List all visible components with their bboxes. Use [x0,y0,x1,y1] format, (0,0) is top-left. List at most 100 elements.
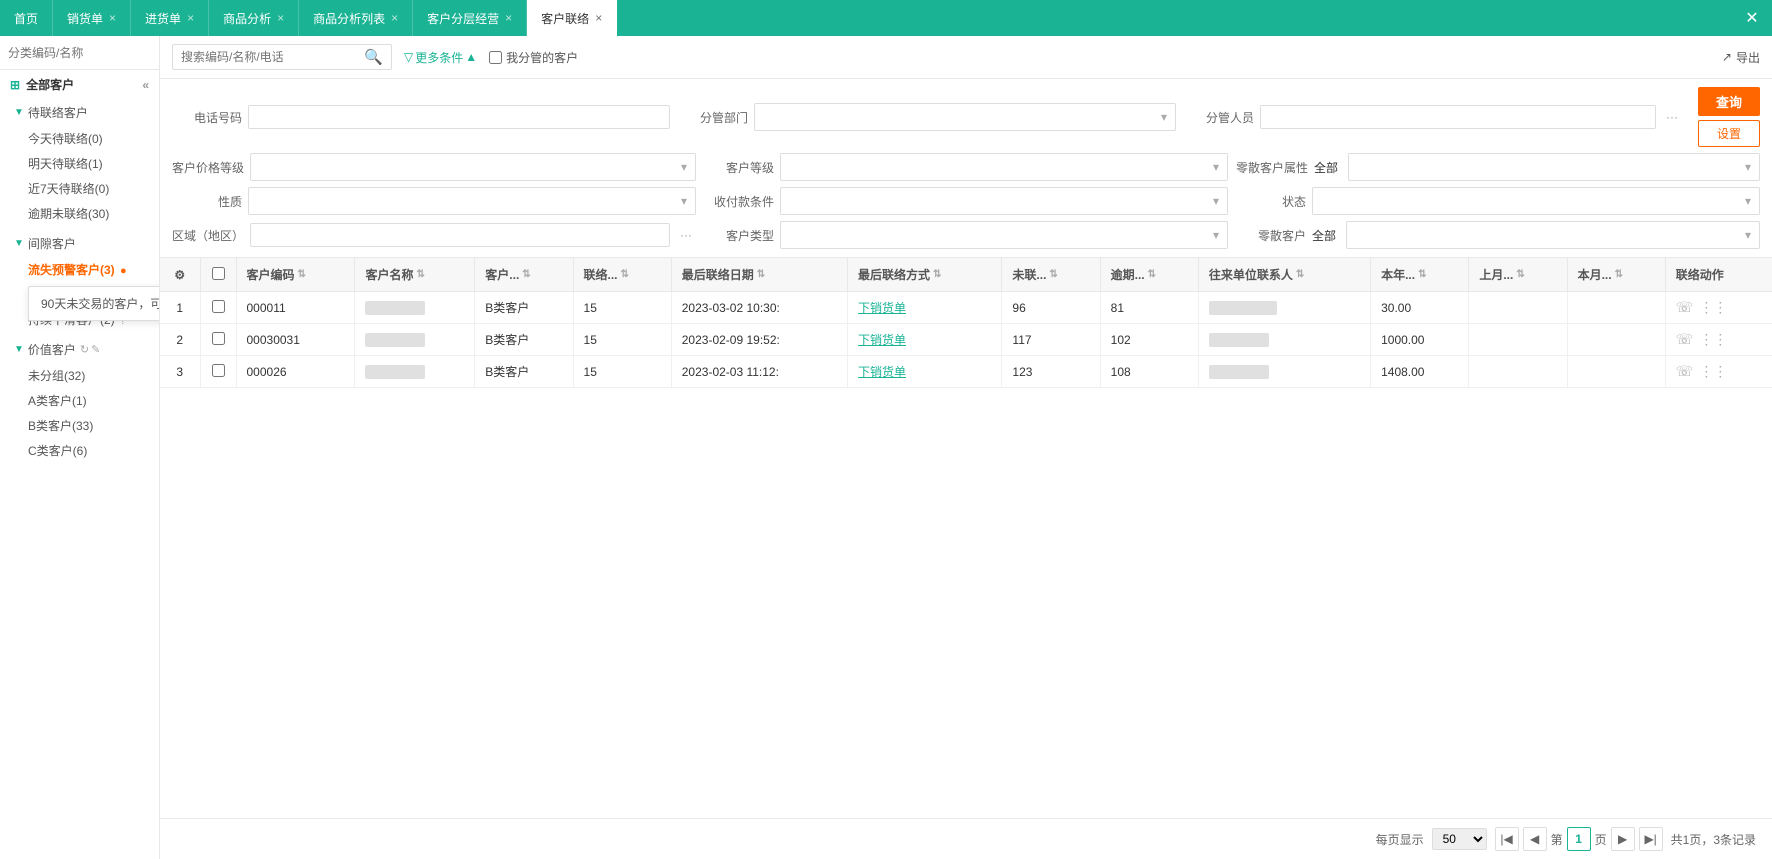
tab-analysis-close[interactable]: × [277,11,284,25]
my-customers-check[interactable] [489,51,502,64]
current-page-display: 1 [1567,827,1591,851]
refresh-icon[interactable]: ↻ [80,343,89,356]
sidebar-all-customers[interactable]: ⊞ 全部客户 « [0,70,159,99]
row-this-year-0: 30.00 [1371,292,1469,324]
sidebar-group-lost[interactable]: ▼ 间隙客户 [0,230,159,257]
sidebar-item-today[interactable]: 今天待联络(0) [0,126,159,151]
tab-purchase[interactable]: 进货单 × [131,0,209,36]
next-page-button[interactable]: ▶ [1611,827,1635,851]
arrow-down-icon-2: ▼ [14,238,24,249]
window-close-button[interactable]: ✕ [1732,0,1772,36]
status-select[interactable]: ▾ [1312,187,1760,215]
prev-page-button[interactable]: ◀ [1523,827,1547,851]
dept-select[interactable]: ▾ [754,103,1176,131]
tab-customer-tier[interactable]: 客户分层经营 × [413,0,527,36]
action-more-icon-1[interactable]: ⋮⋮ [1699,331,1727,348]
region-more-icon[interactable]: ··· [676,228,696,242]
sidebar-item-overdue[interactable]: 逾期未联络(30) [0,201,159,226]
row-last-method-0[interactable]: 下销货单 [847,292,1001,324]
more-conditions-toggle[interactable]: ▽ 更多条件 ▲ [404,49,477,66]
tab-home[interactable]: 首页 [0,0,53,36]
th-contact[interactable]: 联络... ⇅ [573,258,671,292]
sidebar-item-week[interactable]: 近7天待联络(0) [0,176,159,201]
tab-analysis-list-close[interactable]: × [391,11,398,25]
row-last-method-1[interactable]: 下销货单 [847,324,1001,356]
search-input[interactable] [181,50,364,64]
sidebar-group-value[interactable]: ▼ 价值客户 ↻ ✎ [0,336,159,363]
sidebar-item-a-class[interactable]: A类客户(1) [0,388,159,413]
my-customers-checkbox[interactable]: 我分管的客户 [489,49,578,66]
customer-level-select[interactable]: ▾ [780,153,1228,181]
retail-customer-select[interactable]: ▾ [1346,221,1760,249]
tab-purchase-close[interactable]: × [187,11,194,25]
sidebar-item-ungrouped[interactable]: 未分组(32) [0,363,159,388]
settings-button[interactable]: 设置 [1698,120,1760,147]
first-page-button[interactable]: |◀ [1495,827,1519,851]
th-last-contact-method[interactable]: 最后联络方式 ⇅ [847,258,1001,292]
select-all-checkbox[interactable] [212,267,225,280]
row-checkbox-0[interactable] [200,292,236,324]
action-more-icon-2[interactable]: ⋮⋮ [1699,363,1727,380]
tab-customer-contact-close[interactable]: × [595,11,602,25]
chevron-down-icon-4: ▾ [1745,160,1751,174]
query-button[interactable]: 查询 [1698,87,1760,116]
row-checkbox-1[interactable] [200,324,236,356]
tab-sales[interactable]: 销货单 × [53,0,131,36]
action-more-icon-0[interactable]: ⋮⋮ [1699,299,1727,316]
th-unit-contact[interactable]: 往来单位联系人 ⇅ [1198,258,1370,292]
th-overdue[interactable]: 逾期... ⇅ [1100,258,1198,292]
th-this-year[interactable]: 本年... ⇅ [1371,258,1469,292]
per-page-select[interactable]: 50 100 200 [1432,828,1487,850]
sort-icon-contact: ⇅ [621,269,629,280]
sidebar-search-input[interactable] [8,46,160,60]
th-level[interactable]: 客户... ⇅ [475,258,573,292]
manager-input[interactable] [1260,105,1656,129]
pagination-total-info: 共1页，3条记录 [1671,831,1756,848]
action-contact-icon-0[interactable]: ☏ [1676,299,1694,316]
th-name[interactable]: 客户名称 ⇅ [355,258,475,292]
tab-sales-close[interactable]: × [109,11,116,25]
tab-customer-contact[interactable]: 客户联络 × [527,0,617,36]
row-num-1: 2 [160,324,200,356]
row-last-method-2[interactable]: 下销货单 [847,356,1001,388]
action-contact-icon-1[interactable]: ☏ [1676,331,1694,348]
row-contact-2: 15 [573,356,671,388]
row-unit-contact-0: ███ ███ ... [1198,292,1370,324]
tab-analysis-list[interactable]: 商品分析列表 × [299,0,413,36]
chevron-down-icon-3: ▾ [1213,160,1219,174]
filter-retail-customer: 零散客户 全部 ▾ [1236,221,1760,249]
payment-select[interactable]: ▾ [780,187,1228,215]
export-button[interactable]: ↗ 导出 [1722,49,1760,66]
region-input[interactable] [250,223,670,247]
chevron-down-icon: ▾ [1161,110,1167,124]
th-code[interactable]: 客户编码 ⇅ [236,258,355,292]
row-checkbox-2[interactable] [200,356,236,388]
sidebar-item-lost-pred[interactable]: 流失预警客户(3) ● [0,257,159,282]
sidebar-item-tomorrow[interactable]: 明天待联络(1) [0,151,159,176]
price-level-label: 客户价格等级 [172,159,244,176]
top-tab-bar: 首页 销货单 × 进货单 × 商品分析 × 商品分析列表 × 客户分层经营 × … [0,0,1772,36]
customer-type-select[interactable]: ▾ [780,221,1228,249]
tab-analysis[interactable]: 商品分析 × [209,0,299,36]
search-button[interactable]: 🔍 [364,48,383,66]
th-this-month[interactable]: 本月... ⇅ [1567,258,1665,292]
gear-icon[interactable]: ⚙ [174,268,185,282]
action-contact-icon-2[interactable]: ☏ [1676,363,1694,380]
edit-icon[interactable]: ✎ [91,343,100,356]
gender-select[interactable]: ▾ [248,187,696,215]
tooltip-box: 90天未交易的客户，可能有流失风险。 [28,286,160,321]
th-not-contacted[interactable]: 未联... ⇅ [1002,258,1100,292]
sidebar-item-c-class[interactable]: C类客户(6) [0,438,159,463]
filter-gender: 性质 ▾ [172,187,696,215]
last-page-button[interactable]: ▶| [1639,827,1663,851]
retail-attr-select[interactable]: ▾ [1348,153,1760,181]
tab-customer-tier-close[interactable]: × [505,11,512,25]
th-last-contact-date[interactable]: 最后联络日期 ⇅ [671,258,847,292]
th-last-month[interactable]: 上月... ⇅ [1469,258,1567,292]
sidebar-group-pending[interactable]: ▼ 待联络客户 [0,99,159,126]
sort-icon-overdue: ⇅ [1148,269,1156,280]
phone-input[interactable] [248,105,670,129]
sidebar-item-b-class[interactable]: B类客户(33) [0,413,159,438]
price-level-select[interactable]: ▾ [250,153,696,181]
manager-more-icon[interactable]: ··· [1662,110,1682,124]
